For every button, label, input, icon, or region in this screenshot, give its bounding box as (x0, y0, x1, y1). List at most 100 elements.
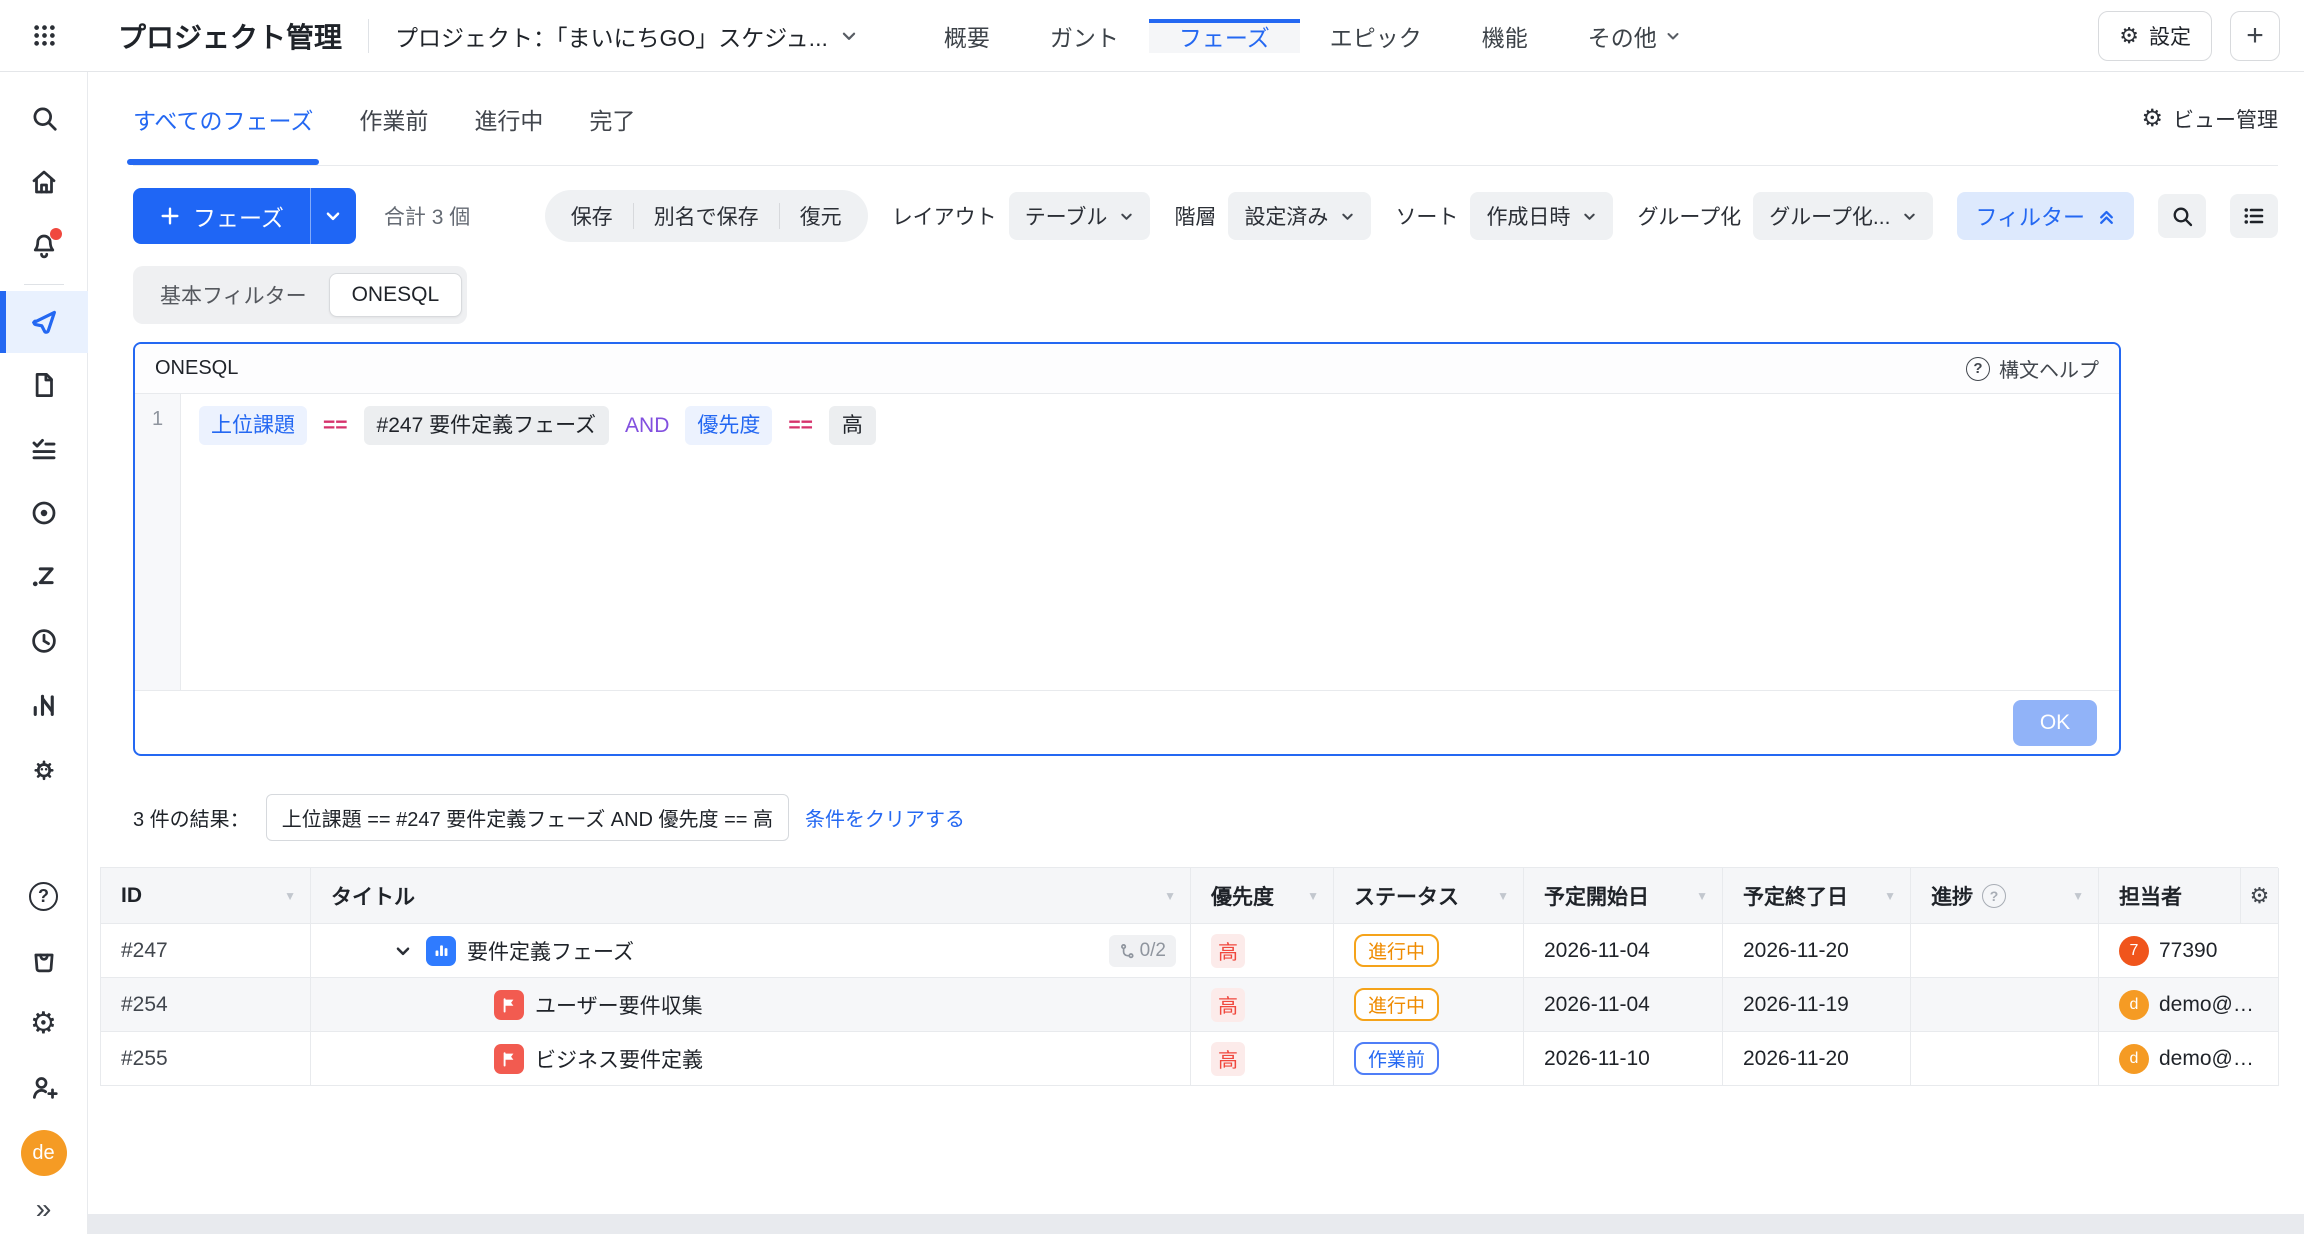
sidebar-item-tasks[interactable] (0, 417, 88, 481)
sidebar-item-settings[interactable]: ⚙ (0, 992, 88, 1056)
restore-button[interactable]: 復元 (780, 201, 862, 231)
bottom-scrollbar-track[interactable] (88, 1214, 2304, 1234)
add-phase-dropdown-button[interactable] (309, 188, 356, 244)
progress-cell[interactable] (1911, 924, 2099, 978)
search-issues-button[interactable] (2158, 194, 2206, 238)
nav-tab-epic[interactable]: エピック (1300, 19, 1452, 53)
issue-title-cell[interactable]: 要件定義フェーズ 0/2 (311, 924, 1191, 978)
filter-triangle-icon[interactable]: ▼ (1884, 889, 1896, 903)
nav-tab-phase[interactable]: フェーズ (1148, 18, 1300, 53)
end-date-cell[interactable]: 2026-11-19 (1723, 978, 1911, 1032)
end-date-cell[interactable]: 2026-11-20 (1723, 924, 1911, 978)
status-cell[interactable]: 進行中 (1334, 924, 1524, 978)
issue-title-cell[interactable]: ユーザー要件収集 (311, 978, 1191, 1032)
nav-tab-more[interactable]: その他 (1558, 19, 1711, 53)
main-content: すべてのフェーズ 作業前 進行中 完了 ⚙ ビュー管理 フェーズ 合計 3 個 (88, 72, 2304, 1234)
issue-title[interactable]: ビジネス要件定義 (535, 1044, 703, 1074)
onesql-tab[interactable]: ONESQL (328, 273, 463, 317)
view-tab-all-phases[interactable]: すべてのフェーズ (126, 72, 320, 165)
issue-title[interactable]: 要件定義フェーズ (467, 936, 634, 966)
column-header-title[interactable]: タイトル ▼ (311, 868, 1191, 924)
save-button[interactable]: 保存 (551, 201, 633, 231)
progress-cell[interactable] (1911, 1032, 2099, 1086)
sort-select[interactable]: 作成日時 (1470, 192, 1614, 240)
issue-id-cell[interactable]: #247 (101, 924, 311, 978)
sidebar-item-testcase[interactable] (0, 737, 88, 801)
project-settings-button[interactable]: ⚙ 設定 (2098, 10, 2212, 61)
issue-id-cell[interactable]: #255 (101, 1032, 311, 1086)
issue-id-cell[interactable]: #254 (101, 978, 311, 1032)
status-cell[interactable]: 進行中 (1334, 978, 1524, 1032)
column-header-id[interactable]: ID ▼ (101, 868, 311, 924)
filter-triangle-icon[interactable]: ▼ (284, 889, 296, 903)
nav-tab-gantt[interactable]: ガント (1020, 19, 1149, 53)
sidebar-item-home[interactable] (0, 150, 88, 214)
sidebar-item-history[interactable] (0, 609, 88, 673)
sidebar-item-goals[interactable] (0, 481, 88, 545)
filter-toggle-button[interactable]: フィルター (1957, 192, 2134, 240)
sidebar-item-search[interactable] (0, 86, 88, 150)
ok-button[interactable]: OK (2013, 699, 2097, 746)
sidebar-item-invite[interactable] (0, 1056, 88, 1120)
basic-filter-tab[interactable]: 基本フィルター (138, 271, 329, 319)
column-header-status[interactable]: ステータス ▼ (1334, 868, 1524, 924)
progress-cell[interactable] (1911, 978, 2099, 1032)
view-tab-in-progress[interactable]: 進行中 (474, 72, 543, 165)
filter-triangle-icon[interactable]: ▼ (1497, 889, 1509, 903)
view-manage-button[interactable]: ⚙ ビュー管理 (2141, 104, 2278, 134)
sidebar-item-sprint[interactable] (0, 545, 88, 609)
assignee-cell[interactable]: 7 77390 (2099, 924, 2279, 978)
user-avatar[interactable]: de (20, 1130, 67, 1176)
syntax-help-link[interactable]: ? 構文ヘルプ (1966, 354, 2099, 383)
group-select[interactable]: グループ化... (1753, 192, 1934, 240)
filter-triangle-icon[interactable]: ▼ (2072, 889, 2084, 903)
sidebar-item-marketplace[interactable] (0, 928, 88, 992)
assignee-cell[interactable]: d demo@on... (2099, 978, 2279, 1032)
view-tab-done[interactable]: 完了 (589, 72, 635, 165)
create-button[interactable]: + (2230, 10, 2280, 61)
nav-tab-feature[interactable]: 機能 (1452, 19, 1558, 53)
table-row[interactable]: #255 ビジネス要件定義 高 作業前 2026-11-10 2026-11-2… (101, 1032, 2279, 1086)
sidebar-item-notifications[interactable] (0, 214, 88, 278)
filter-triangle-icon[interactable]: ▼ (1307, 889, 1319, 903)
sidebar-collapse-button[interactable]: » (0, 1184, 88, 1234)
priority-cell[interactable]: 高 (1191, 924, 1334, 978)
nav-tab-overview[interactable]: 概要 (914, 19, 1020, 53)
column-settings-button[interactable]: ⚙ (2241, 868, 2279, 924)
priority-cell[interactable]: 高 (1191, 978, 1334, 1032)
sidebar-item-analytics[interactable] (0, 673, 88, 737)
column-header-priority[interactable]: 優先度 ▼ (1191, 868, 1334, 924)
filter-triangle-icon[interactable]: ▼ (1696, 889, 1708, 903)
layout-select[interactable]: テーブル (1008, 192, 1151, 240)
column-header-assignee[interactable]: 担当者 (2099, 868, 2241, 924)
table-row[interactable]: #247 要件定義フェーズ 0/2 高 進行中 2026-11-04 2026-… (101, 924, 2279, 978)
subitem-count-badge[interactable]: 0/2 (1108, 934, 1176, 967)
issue-title[interactable]: ユーザー要件収集 (535, 990, 703, 1020)
sidebar-item-project[interactable] (0, 291, 88, 353)
column-header-end-date[interactable]: 予定終了日 ▼ (1723, 868, 1911, 924)
end-date-cell[interactable]: 2026-11-20 (1723, 1032, 1911, 1086)
app-grid-button[interactable] (0, 22, 88, 49)
view-tab-before-work[interactable]: 作業前 (359, 72, 428, 165)
add-phase-button[interactable]: フェーズ (133, 188, 310, 244)
sidebar-item-help[interactable]: ? (0, 864, 88, 928)
save-as-button[interactable]: 別名で保存 (634, 201, 779, 231)
status-cell[interactable]: 作業前 (1334, 1032, 1524, 1086)
filter-triangle-icon[interactable]: ▼ (1164, 889, 1176, 903)
hierarchy-select[interactable]: 設定済み (1228, 192, 1372, 240)
start-date-cell[interactable]: 2026-11-04 (1524, 978, 1723, 1032)
onesql-code-input[interactable]: 上位課題 == #247 要件定義フェーズ AND 優先度 == 高 (181, 394, 2119, 690)
column-header-start-date[interactable]: 予定開始日 ▼ (1524, 868, 1723, 924)
priority-cell[interactable]: 高 (1191, 1032, 1334, 1086)
issue-title-cell[interactable]: ビジネス要件定義 (311, 1032, 1191, 1086)
start-date-cell[interactable]: 2026-11-10 (1524, 1032, 1723, 1086)
table-row[interactable]: #254 ユーザー要件収集 高 進行中 2026-11-04 2026-11-1… (101, 978, 2279, 1032)
column-header-progress[interactable]: 進捗? ▼ (1911, 868, 2099, 924)
chevron-down-icon[interactable] (391, 942, 415, 960)
start-date-cell[interactable]: 2026-11-04 (1524, 924, 1723, 978)
sidebar-item-wiki[interactable] (0, 353, 88, 417)
project-selector[interactable]: プロジェクト：「まいにちGO」スケジュ... (395, 19, 858, 53)
column-list-button[interactable] (2230, 194, 2278, 238)
clear-conditions-link[interactable]: 条件をクリアする (805, 803, 965, 832)
assignee-cell[interactable]: d demo@on... (2099, 1032, 2279, 1086)
